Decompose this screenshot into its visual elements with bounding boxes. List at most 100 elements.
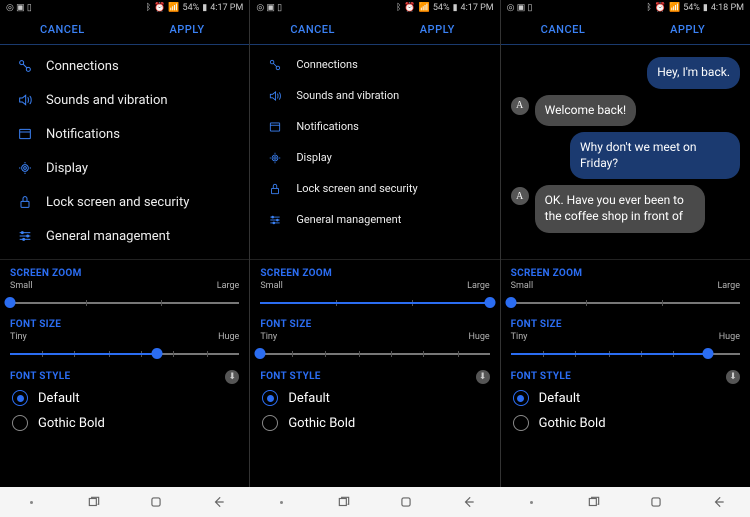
settings-item-connections[interactable]: Connections [8, 49, 241, 83]
notifications-icon [266, 118, 284, 136]
settings-label: Connections [46, 59, 119, 74]
settings-item-sounds[interactable]: Sounds and vibration [258, 80, 491, 111]
nav-assistant[interactable] [0, 487, 63, 517]
status-time: 4:18 PM [711, 3, 744, 13]
download-fonts-icon[interactable]: ⬇ [225, 370, 239, 384]
settings-label: General management [46, 229, 170, 244]
chat-message-sent: Why don't we meet on Friday? [511, 132, 740, 179]
download-fonts-icon[interactable]: ⬇ [476, 370, 490, 384]
nav-home[interactable] [125, 487, 188, 517]
cancel-button[interactable]: CANCEL [250, 16, 375, 44]
nav-recents[interactable] [313, 487, 376, 517]
settings-label: Connections [296, 58, 357, 71]
zoom-min-label: Small [10, 281, 33, 291]
nav-assistant[interactable] [250, 487, 313, 517]
cancel-button[interactable]: CANCEL [501, 16, 626, 44]
alarm-icon: ⏰ [154, 3, 165, 13]
font-size-block: FONT SIZE Tiny Huge [511, 319, 740, 364]
font-size-slider[interactable] [10, 344, 239, 364]
font-option-gothic[interactable]: Gothic Bold [511, 409, 740, 434]
radio-icon [513, 390, 529, 406]
settings-item-lock[interactable]: Lock screen and security [8, 185, 241, 219]
settings-label: Notifications [296, 120, 359, 133]
font-option-default[interactable]: Default [511, 384, 740, 409]
battery-pct: 54% [683, 3, 700, 13]
settings-label: Display [46, 161, 88, 176]
settings-item-sounds[interactable]: Sounds and vibration [8, 83, 241, 117]
apply-button[interactable]: APPLY [625, 16, 750, 44]
nav-assistant[interactable] [500, 487, 563, 517]
font-size-title: FONT SIZE [10, 319, 239, 330]
display-icon [266, 149, 284, 167]
battery-pct: 54% [433, 3, 450, 13]
font-style-title: FONT STYLE [511, 371, 571, 382]
screen-zoom-block: SCREEN ZOOM Small Large [10, 268, 239, 313]
notifications-icon [16, 125, 34, 143]
status-notification-icons: ◎ ▣ ▯ [6, 3, 32, 13]
settings-item-display[interactable]: Display [8, 151, 241, 185]
lock-icon [16, 193, 34, 211]
font-style-block: FONT STYLE ⬇ Default Gothic Bold [260, 370, 489, 434]
zoom-max-label: Large [467, 281, 490, 291]
status-bar: ◎ ▣ ▯ ᛒ ⏰ 📶 54% ▮ 4:17 PM [0, 0, 249, 16]
nav-home[interactable] [625, 487, 688, 517]
size-min-label: Tiny [260, 332, 277, 342]
screen-1: ◎ ▣ ▯ ᛒ ⏰ 📶 54% ▮ 4:17 PM CANCEL APPLY C… [0, 0, 250, 487]
settings-item-general[interactable]: General management [258, 204, 491, 235]
font-option-default[interactable]: Default [260, 384, 489, 409]
zoom-max-label: Large [217, 281, 240, 291]
settings-item-connections[interactable]: Connections [258, 49, 491, 80]
screen-zoom-slider[interactable] [260, 293, 489, 313]
general-icon [16, 227, 34, 245]
chat-bubble: Why don't we meet on Friday? [570, 132, 740, 179]
settings-label: Lock screen and security [296, 182, 417, 195]
status-notification-icons: ◎ ▣ ▯ [256, 3, 282, 13]
settings-item-lock[interactable]: Lock screen and security [258, 173, 491, 204]
download-fonts-icon[interactable]: ⬇ [726, 370, 740, 384]
battery-icon: ▮ [703, 3, 708, 13]
chat-message-received: A Welcome back! [511, 95, 740, 127]
radio-label: Gothic Bold [38, 416, 105, 431]
settings-label: Sounds and vibration [296, 89, 399, 102]
settings-item-notifications[interactable]: Notifications [8, 117, 241, 151]
radio-label: Gothic Bold [539, 416, 606, 431]
font-size-slider[interactable] [260, 344, 489, 364]
screen-zoom-slider[interactable] [511, 293, 740, 313]
connections-icon [16, 57, 34, 75]
radio-icon [513, 415, 529, 431]
general-icon [266, 211, 284, 229]
font-size-slider[interactable] [511, 344, 740, 364]
screen-zoom-slider[interactable] [10, 293, 239, 313]
nav-home[interactable] [375, 487, 438, 517]
apply-button[interactable]: APPLY [375, 16, 500, 44]
font-option-gothic[interactable]: Gothic Bold [260, 409, 489, 434]
chat-message-sent: Hey, I'm back. [511, 57, 740, 89]
toolbar: CANCEL APPLY [0, 16, 249, 45]
nav-back[interactable] [688, 487, 750, 517]
size-max-label: Huge [719, 332, 740, 342]
screen-zoom-title: SCREEN ZOOM [10, 268, 239, 279]
radio-label: Gothic Bold [288, 416, 355, 431]
font-style-title: FONT STYLE [10, 371, 70, 382]
nav-back[interactable] [188, 487, 251, 517]
nav-back[interactable] [438, 487, 501, 517]
controls-panel: SCREEN ZOOM Small Large FONT SIZE Tiny H… [0, 260, 249, 442]
font-option-default[interactable]: Default [10, 384, 239, 409]
settings-item-notifications[interactable]: Notifications [258, 111, 491, 142]
status-time: 4:17 PM [210, 3, 243, 13]
font-option-gothic[interactable]: Gothic Bold [10, 409, 239, 434]
lock-icon [266, 180, 284, 198]
screen-3: ◎ ▣ ▯ ᛒ ⏰ 📶 54% ▮ 4:18 PM CANCEL APPLY H… [501, 0, 750, 487]
radio-label: Default [38, 391, 80, 406]
cancel-button[interactable]: CANCEL [0, 16, 125, 44]
screen-zoom-title: SCREEN ZOOM [511, 268, 740, 279]
apply-button[interactable]: APPLY [125, 16, 250, 44]
settings-item-display[interactable]: Display [258, 142, 491, 173]
zoom-min-label: Small [511, 281, 534, 291]
nav-recents[interactable] [63, 487, 126, 517]
nav-recents[interactable] [563, 487, 626, 517]
avatar: A [511, 187, 529, 205]
signal-icon: 📶 [669, 3, 680, 13]
settings-item-general[interactable]: General management [8, 219, 241, 253]
bluetooth-icon: ᛒ [146, 3, 151, 13]
